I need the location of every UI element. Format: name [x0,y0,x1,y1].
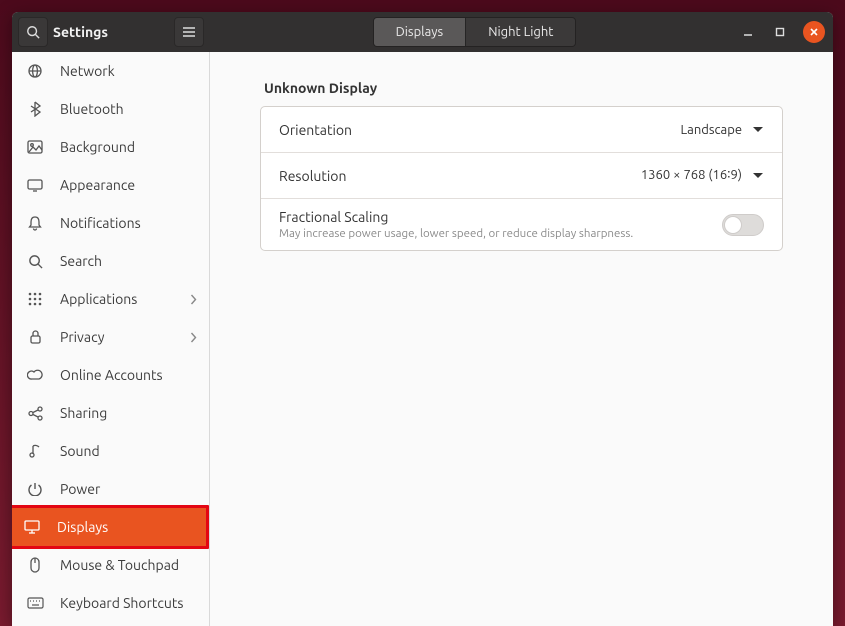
orientation-label: Orientation [279,122,681,138]
close-button[interactable] [803,21,825,43]
sidebar-item-privacy[interactable]: Privacy [12,318,209,356]
sidebar-item-label: Online Accounts [60,367,197,383]
section-title: Unknown Display [264,80,783,96]
resolution-row[interactable]: Resolution 1360 × 768 (16∶9) [261,153,782,199]
caret-down-icon [752,172,764,180]
appearance-icon [26,178,44,192]
keyboard-icon [26,597,44,609]
fractional-scaling-label: Fractional Scaling [279,209,722,225]
chevron-right-icon [190,332,197,343]
orientation-row[interactable]: Orientation Landscape [261,107,782,153]
display-settings-panel: Orientation Landscape Resolution 1360 × … [260,106,783,251]
resolution-value: 1360 × 768 (16∶9) [641,168,742,183]
sidebar-item-online-accounts[interactable]: Online Accounts [12,356,209,394]
sidebar-item-power[interactable]: Power [12,470,209,508]
sidebar-item-applications[interactable]: Applications [12,280,209,318]
sidebar-item-displays[interactable]: Displays [12,508,206,546]
headerbar: Settings Displays Night Light [12,12,833,52]
minimize-icon [743,27,753,37]
maximize-icon [775,27,785,37]
fractional-scaling-subtext: May increase power usage, lower speed, o… [279,227,722,240]
tab-displays[interactable]: Displays [374,18,467,46]
sidebar-item-label: Bluetooth [60,101,197,117]
sidebar-item-label: Network [60,63,197,79]
applications-icon [26,292,44,306]
fractional-scaling-row: Fractional Scaling May increase power us… [261,199,782,250]
bluetooth-icon [26,101,44,117]
sharing-icon [26,406,44,421]
sidebar-item-sound[interactable]: Sound [12,432,209,470]
orientation-value: Landscape [681,123,742,137]
menu-button[interactable] [174,17,204,47]
sidebar-item-label: Mouse & Touchpad [60,557,197,573]
network-icon [26,63,44,79]
sidebar-item-label: Notifications [60,215,197,231]
sidebar-item-search[interactable]: Search [12,242,209,280]
privacy-icon [26,329,44,345]
sidebar-item-background[interactable]: Background [12,128,209,166]
highlight-annotation: Displays [12,505,209,549]
displays-icon [23,520,41,534]
sidebar-item-label: Privacy [60,329,174,345]
power-icon [26,482,44,496]
settings-window: Settings Displays Night Light [12,12,833,626]
background-icon [26,140,44,154]
fractional-scaling-switch[interactable] [722,214,764,236]
sidebar-item-notifications[interactable]: Notifications [12,204,209,242]
view-switcher: Displays Night Light [373,17,577,47]
chevron-right-icon [190,294,197,305]
sidebar-item-bluetooth[interactable]: Bluetooth [12,90,209,128]
sidebar-item-appearance[interactable]: Appearance [12,166,209,204]
sidebar-item-label: Applications [60,291,174,307]
search-icon [26,25,40,39]
sidebar-item-label: Background [60,139,197,155]
sidebar-item-network[interactable]: Network [12,52,209,90]
caret-down-icon [752,126,764,134]
sidebar-item-label: Sharing [60,405,197,421]
sidebar-item-label: Power [60,481,197,497]
online-accounts-icon [26,369,44,381]
sidebar[interactable]: Network Bluetooth Background Appearance Noti… [12,52,210,626]
sidebar-item-label: Appearance [60,177,197,193]
resolution-label: Resolution [279,168,641,184]
minimize-button[interactable] [739,23,757,41]
search-button[interactable] [18,17,48,47]
sidebar-item-keyboard-shortcuts[interactable]: Keyboard Shortcuts [12,584,209,622]
mouse-icon [26,557,44,573]
sidebar-item-label: Keyboard Shortcuts [60,595,197,611]
maximize-button[interactable] [771,23,789,41]
search-icon [26,254,44,269]
hamburger-icon [182,26,196,38]
sound-icon [26,443,44,459]
sidebar-item-label: Displays [57,519,194,535]
sidebar-item-label: Search [60,253,197,269]
content-area: Unknown Display Orientation Landscape Re… [210,52,833,626]
tab-night-light[interactable]: Night Light [466,18,575,46]
sidebar-item-label: Sound [60,443,197,459]
notifications-icon [26,215,44,231]
sidebar-item-sharing[interactable]: Sharing [12,394,209,432]
app-title: Settings [53,24,168,40]
close-icon [809,27,819,37]
sidebar-item-mouse-touchpad[interactable]: Mouse & Touchpad [12,546,209,584]
